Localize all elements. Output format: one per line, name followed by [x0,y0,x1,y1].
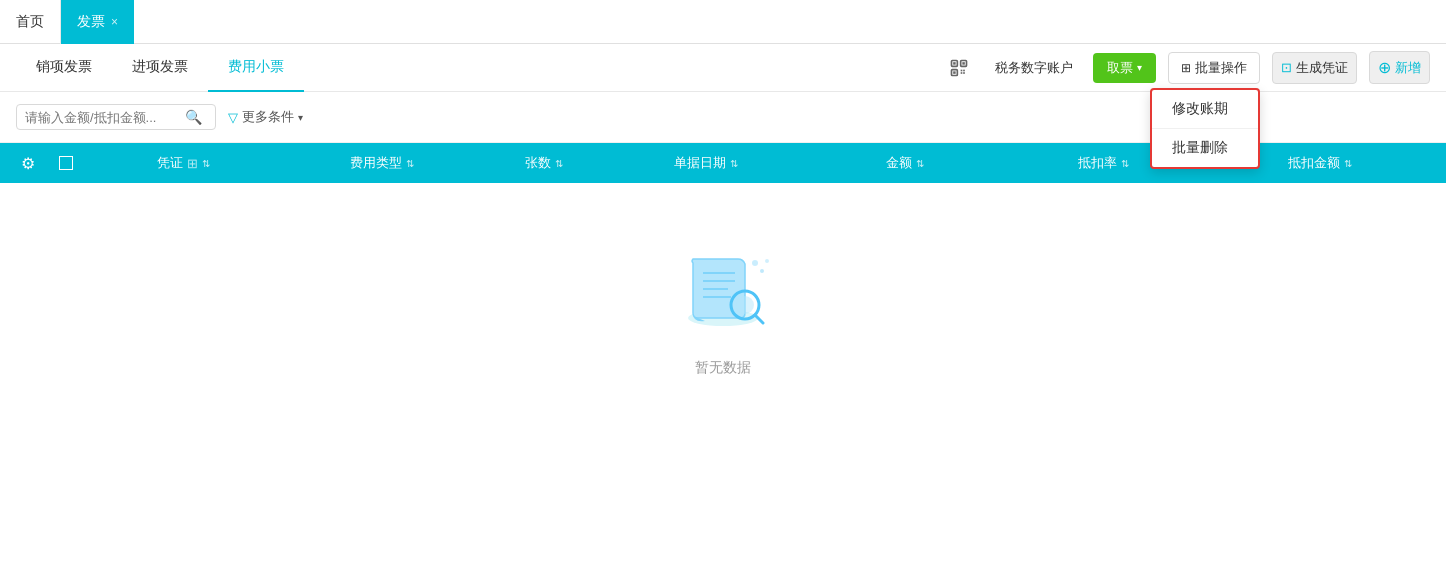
sub-nav-tabs: 销项发票 进项发票 费用小票 [16,44,304,92]
th-count-sort-icon[interactable]: ⇅ [555,158,563,169]
th-expense-type-sort-icon[interactable]: ⇅ [406,158,414,169]
th-amount-sort-icon[interactable]: ⇅ [916,158,924,169]
home-tab[interactable]: 首页 [0,0,61,44]
svg-rect-7 [961,69,963,71]
plus-icon: ⊕ [1378,58,1391,77]
invoice-tab[interactable]: 发票 × [61,0,134,44]
th-expense-type[interactable]: 费用类型 ⇅ [283,154,482,172]
batch-op-wrap: ⊞ 批量操作 修改账期 批量删除 [1168,52,1260,84]
th-deduction-amount-sort-icon[interactable]: ⇅ [1344,158,1352,169]
batch-delete-item[interactable]: 批量删除 [1152,128,1258,167]
svg-rect-4 [962,62,965,64]
top-nav: 首页 发票 × [0,0,1446,44]
svg-point-19 [752,260,758,266]
search-icon[interactable]: 🔍 [185,109,202,125]
generate-voucher-button[interactable]: ⊡ 生成凭证 [1272,52,1357,84]
qupiao-button[interactable]: 取票 ▾ [1093,53,1156,83]
svg-point-20 [760,269,764,273]
batch-icon: ⊞ [1181,61,1191,75]
header-checkbox[interactable] [59,156,73,170]
th-settings[interactable]: ⚙ [8,154,48,173]
search-wrap: 🔍 [16,104,216,130]
qupiao-chevron-icon: ▾ [1137,62,1142,73]
sub-nav-actions: 税务数字账户 取票 ▾ ⊞ 批量操作 修改账期 批量删除 [943,51,1430,84]
home-label: 首页 [16,13,44,31]
th-count[interactable]: 张数 ⇅ [481,154,607,172]
tax-digital-button[interactable]: 税务数字账户 [987,59,1081,77]
add-new-label: 新增 [1395,59,1421,77]
invoice-label: 发票 [77,13,105,31]
invoice-close-icon[interactable]: × [111,15,118,29]
qupiao-label: 取票 [1107,59,1133,77]
settings-icon: ⚙ [21,154,35,173]
more-conditions-label: 更多条件 [242,108,294,126]
modify-period-item[interactable]: 修改账期 [1152,90,1258,128]
th-voucher-icon: ⊞ [187,156,198,171]
generate-voucher-label: 生成凭证 [1296,59,1348,77]
batch-op-label: 批量操作 [1195,59,1247,77]
batch-op-button[interactable]: ⊞ 批量操作 [1168,52,1260,84]
sub-nav: 销项发票 进项发票 费用小票 [0,44,1446,92]
tab-sales[interactable]: 销项发票 [16,44,112,92]
th-amount[interactable]: 金额 ⇅ [806,154,1005,172]
empty-state: 暂无数据 [0,183,1446,417]
chevron-down-icon: ▾ [298,112,303,123]
svg-rect-9 [961,72,963,74]
th-checkbox[interactable] [48,156,84,170]
th-deduction-rate-sort-icon[interactable]: ⇅ [1121,158,1129,169]
empty-text: 暂无数据 [695,359,751,377]
svg-rect-8 [963,69,965,71]
qr-code-button[interactable] [943,52,975,84]
th-voucher[interactable]: 凭证 ⊞ ⇅ [84,154,283,172]
svg-rect-10 [963,72,965,74]
search-input[interactable] [25,110,185,125]
add-new-button[interactable]: ⊕ 新增 [1369,51,1430,84]
th-date[interactable]: 单据日期 ⇅ [607,154,806,172]
batch-op-dropdown: 修改账期 批量删除 [1150,88,1260,169]
tab-purchase[interactable]: 进项发票 [112,44,208,92]
filter-icon: ▽ [228,110,238,125]
svg-point-21 [765,259,769,263]
svg-point-17 [736,296,754,314]
more-conditions-button[interactable]: ▽ 更多条件 ▾ [228,108,303,126]
svg-rect-5 [953,71,956,74]
th-date-sort-icon[interactable]: ⇅ [730,158,738,169]
empty-illustration [663,243,783,343]
th-voucher-sort-icon[interactable]: ⇅ [202,158,210,169]
voucher-icon: ⊡ [1281,60,1292,75]
main-container: 销项发票 进项发票 费用小票 [0,44,1446,584]
tab-expense[interactable]: 费用小票 [208,44,304,92]
svg-rect-3 [953,62,956,64]
